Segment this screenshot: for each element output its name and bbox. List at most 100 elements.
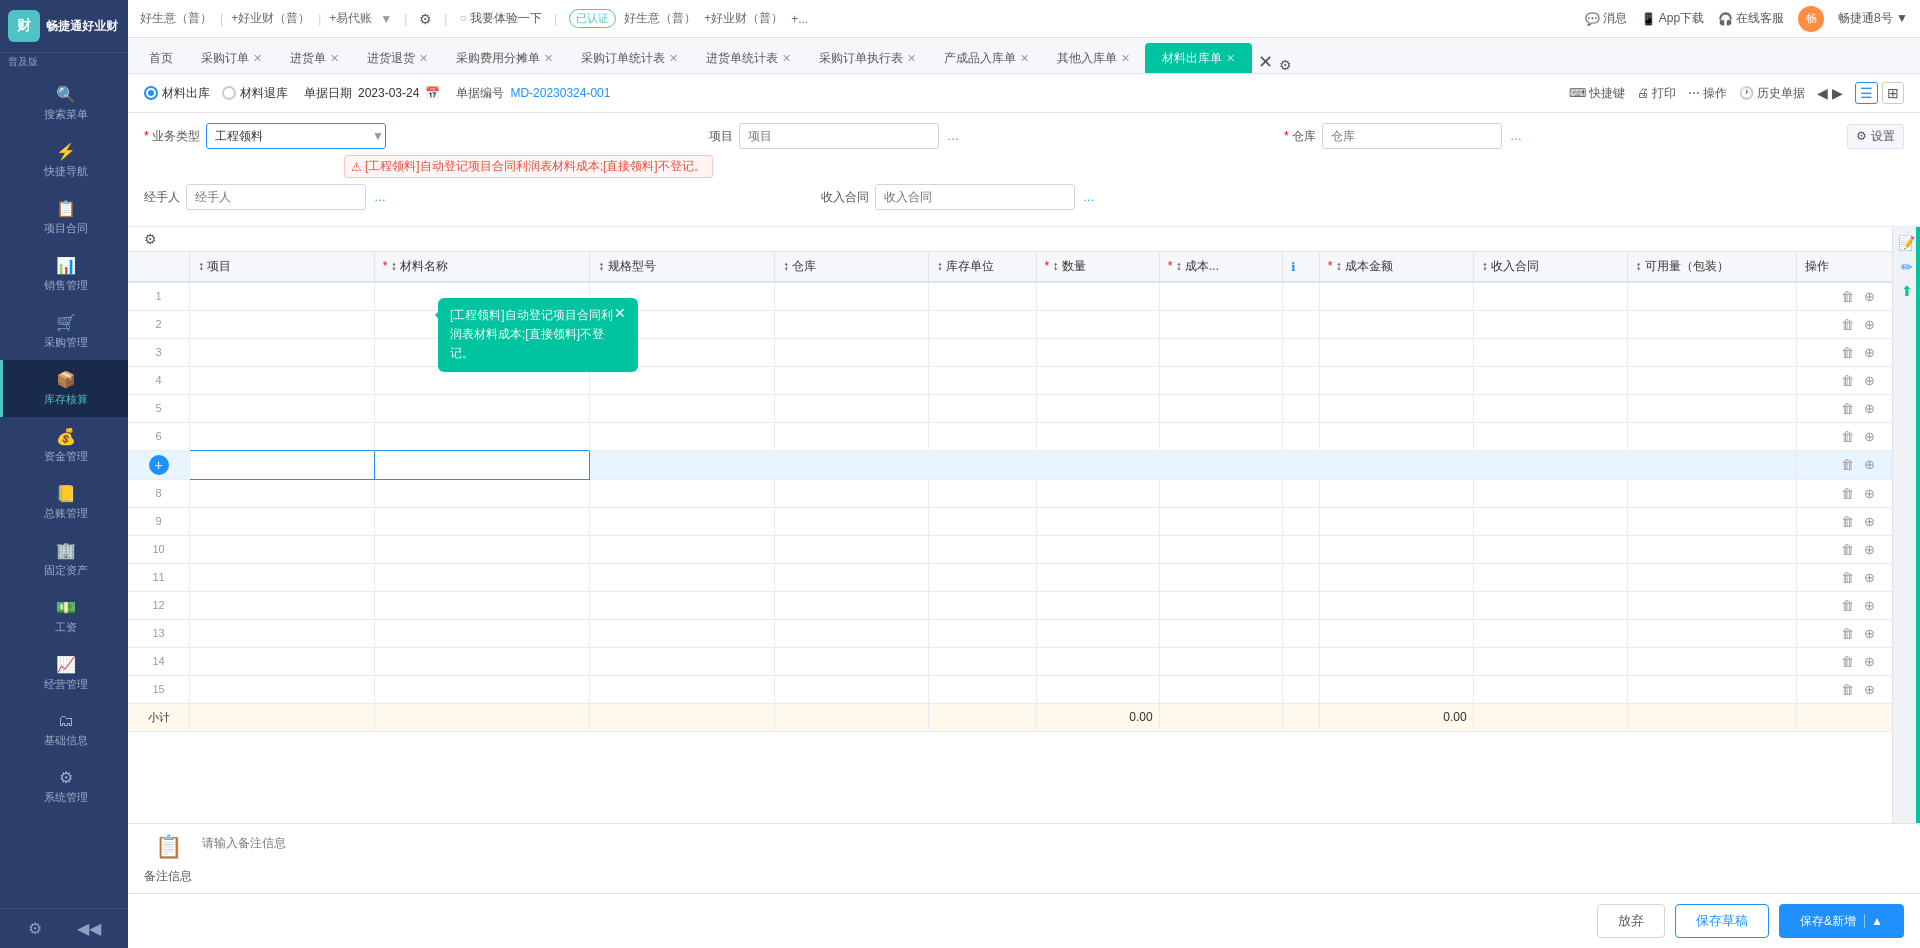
cell-warehouse-9[interactable] <box>774 507 928 535</box>
business-type-input[interactable] <box>206 123 386 149</box>
tab-home[interactable]: 首页 <box>136 43 186 73</box>
delete-row-3-btn[interactable]: 🗑 <box>1838 344 1857 361</box>
tab-purchase-exec[interactable]: 采购订单执行表 ✕ <box>806 43 929 73</box>
cell-cost-amount-15[interactable] <box>1319 675 1473 703</box>
cell-available-9[interactable] <box>1627 507 1796 535</box>
cell-qty-3[interactable] <box>1036 338 1159 366</box>
col-header-unit[interactable]: ↕ 库存单位 <box>928 252 1036 282</box>
col-header-qty[interactable]: ↕ 数量 <box>1036 252 1159 282</box>
cell-material-9[interactable] <box>374 507 589 535</box>
tab-close-product-warehouse[interactable]: ✕ <box>1020 52 1029 65</box>
cell-income-contract-9[interactable] <box>1473 507 1627 535</box>
cell-project-13[interactable] <box>190 619 375 647</box>
copy-row-3-btn[interactable]: ⊕ <box>1861 344 1878 361</box>
cell-income-contract-3[interactable] <box>1473 338 1627 366</box>
cell-spec-14[interactable] <box>590 647 775 675</box>
sidebar-item-ledger[interactable]: 📒 总账管理 <box>0 474 128 531</box>
delete-row-11-btn[interactable]: 🗑 <box>1838 569 1857 586</box>
cell-available-1[interactable] <box>1627 282 1796 310</box>
sidebar-item-salary[interactable]: 💵 工资 <box>0 588 128 645</box>
cell-material-12[interactable] <box>374 591 589 619</box>
copy-row-8-btn[interactable]: ⊕ <box>1861 485 1878 502</box>
cell-cost-amount-12[interactable] <box>1319 591 1473 619</box>
add-row-btn-cell[interactable]: + <box>128 450 190 479</box>
cell-warehouse-3[interactable] <box>774 338 928 366</box>
save-new-dropdown-icon[interactable]: ▲ <box>1864 914 1883 928</box>
cell-income-contract-13[interactable] <box>1473 619 1627 647</box>
cell-material-11[interactable] <box>374 563 589 591</box>
cell-cost-amount-2[interactable] <box>1319 310 1473 338</box>
cell-available-4[interactable] <box>1627 366 1796 394</box>
copy-row-4-btn[interactable]: ⊕ <box>1861 372 1878 389</box>
cell-warehouse-15[interactable] <box>774 675 928 703</box>
online-service-link[interactable]: 🎧 在线客服 <box>1718 10 1784 27</box>
copy-row-6-btn[interactable]: ⊕ <box>1861 428 1878 445</box>
handler-input[interactable] <box>186 184 366 210</box>
sidebar-item-project[interactable]: 📋 项目合同 <box>0 189 128 246</box>
cell-warehouse-12[interactable] <box>774 591 928 619</box>
nav-haoshengyi2[interactable]: 好生意（普） <box>624 10 696 27</box>
cell-qty-15[interactable] <box>1036 675 1159 703</box>
cell-cost-price-10[interactable] <box>1159 535 1282 563</box>
col-sort-cost-price[interactable]: ↕ <box>1176 259 1182 273</box>
cell-available-11[interactable] <box>1627 563 1796 591</box>
delete-row-4-btn[interactable]: 🗑 <box>1838 372 1857 389</box>
cell-income-contract-2[interactable] <box>1473 310 1627 338</box>
business-type-dropdown-icon[interactable]: ▼ <box>372 129 384 143</box>
cell-spec-13[interactable] <box>590 619 775 647</box>
message-link[interactable]: 💬 消息 <box>1585 10 1627 27</box>
grid-view-btn[interactable]: ⊞ <box>1882 82 1904 104</box>
col-header-material[interactable]: ↕ 材料名称 <box>374 252 589 282</box>
tab-close-purchase-cost[interactable]: ✕ <box>544 52 553 65</box>
cell-warehouse-11[interactable] <box>774 563 928 591</box>
col-sort-income-contract[interactable]: ↕ <box>1482 259 1488 273</box>
cell-warehouse-4[interactable] <box>774 366 928 394</box>
cell-unit-9[interactable] <box>928 507 1036 535</box>
delete-row-5-btn[interactable]: 🗑 <box>1838 400 1857 417</box>
add-row-input-2[interactable] <box>374 450 589 479</box>
quick-key-btn[interactable]: ⌨ 快捷键 <box>1569 85 1625 102</box>
tab-product-warehouse[interactable]: 产成品入库单 ✕ <box>931 43 1042 73</box>
tab-close-goods-return[interactable]: ✕ <box>419 52 428 65</box>
cell-warehouse-2[interactable] <box>774 310 928 338</box>
settings-topbar-icon[interactable]: ⚙ <box>419 11 432 27</box>
cell-cost-amount-4[interactable] <box>1319 366 1473 394</box>
delete-row-12-btn[interactable]: 🗑 <box>1838 597 1857 614</box>
cell-unit-10[interactable] <box>928 535 1036 563</box>
radio-material-return[interactable]: 材料退库 <box>222 85 288 102</box>
nav-yidaizhang[interactable]: +易代账 <box>329 10 372 27</box>
nav-more[interactable]: +... <box>791 12 808 26</box>
cell-income-contract-14[interactable] <box>1473 647 1627 675</box>
next-record-btn[interactable]: ▶ <box>1832 85 1843 101</box>
sidebar-item-finance[interactable]: 💰 资金管理 <box>0 417 128 474</box>
warehouse-dots-icon[interactable]: … <box>1510 129 1522 143</box>
cell-cost-amount-6[interactable] <box>1319 422 1473 450</box>
cell-cost-amount-13[interactable] <box>1319 619 1473 647</box>
save-draft-button[interactable]: 保存草稿 <box>1675 904 1769 938</box>
cell-available-12[interactable] <box>1627 591 1796 619</box>
col-sort-available[interactable]: ↕ <box>1636 259 1642 273</box>
app-download-link[interactable]: 📱 App下载 <box>1641 10 1704 27</box>
cell-project-9[interactable] <box>190 507 375 535</box>
copy-row-1-btn[interactable]: ⊕ <box>1861 288 1878 305</box>
cell-project-1[interactable] <box>190 282 375 310</box>
cell-cost-price-1[interactable] <box>1159 282 1282 310</box>
cell-cost-price-9[interactable] <box>1159 507 1282 535</box>
cell-project-14[interactable] <box>190 647 375 675</box>
cell-cost-amount-11[interactable] <box>1319 563 1473 591</box>
copy-row-2-btn[interactable]: ⊕ <box>1861 316 1878 333</box>
cell-material-8[interactable] <box>374 479 589 507</box>
copy-row-15-btn[interactable]: ⊕ <box>1861 681 1878 698</box>
cell-cost-amount-14[interactable] <box>1319 647 1473 675</box>
save-new-button[interactable]: 保存&新增 ▲ <box>1779 904 1904 938</box>
delete-addrow-btn[interactable]: 🗑 <box>1838 456 1857 473</box>
cell-spec-11[interactable] <box>590 563 775 591</box>
copy-row-13-btn[interactable]: ⊕ <box>1861 625 1878 642</box>
right-panel-icon-3[interactable]: ⬆ <box>1901 283 1913 299</box>
cell-cost-price-6[interactable] <box>1159 422 1282 450</box>
cell-cost-price-3[interactable] <box>1159 338 1282 366</box>
tab-material-out[interactable]: 材料出库单 ✕ <box>1145 43 1252 73</box>
cell-spec-9[interactable] <box>590 507 775 535</box>
cell-available-6[interactable] <box>1627 422 1796 450</box>
copy-row-9-btn[interactable]: ⊕ <box>1861 513 1878 530</box>
